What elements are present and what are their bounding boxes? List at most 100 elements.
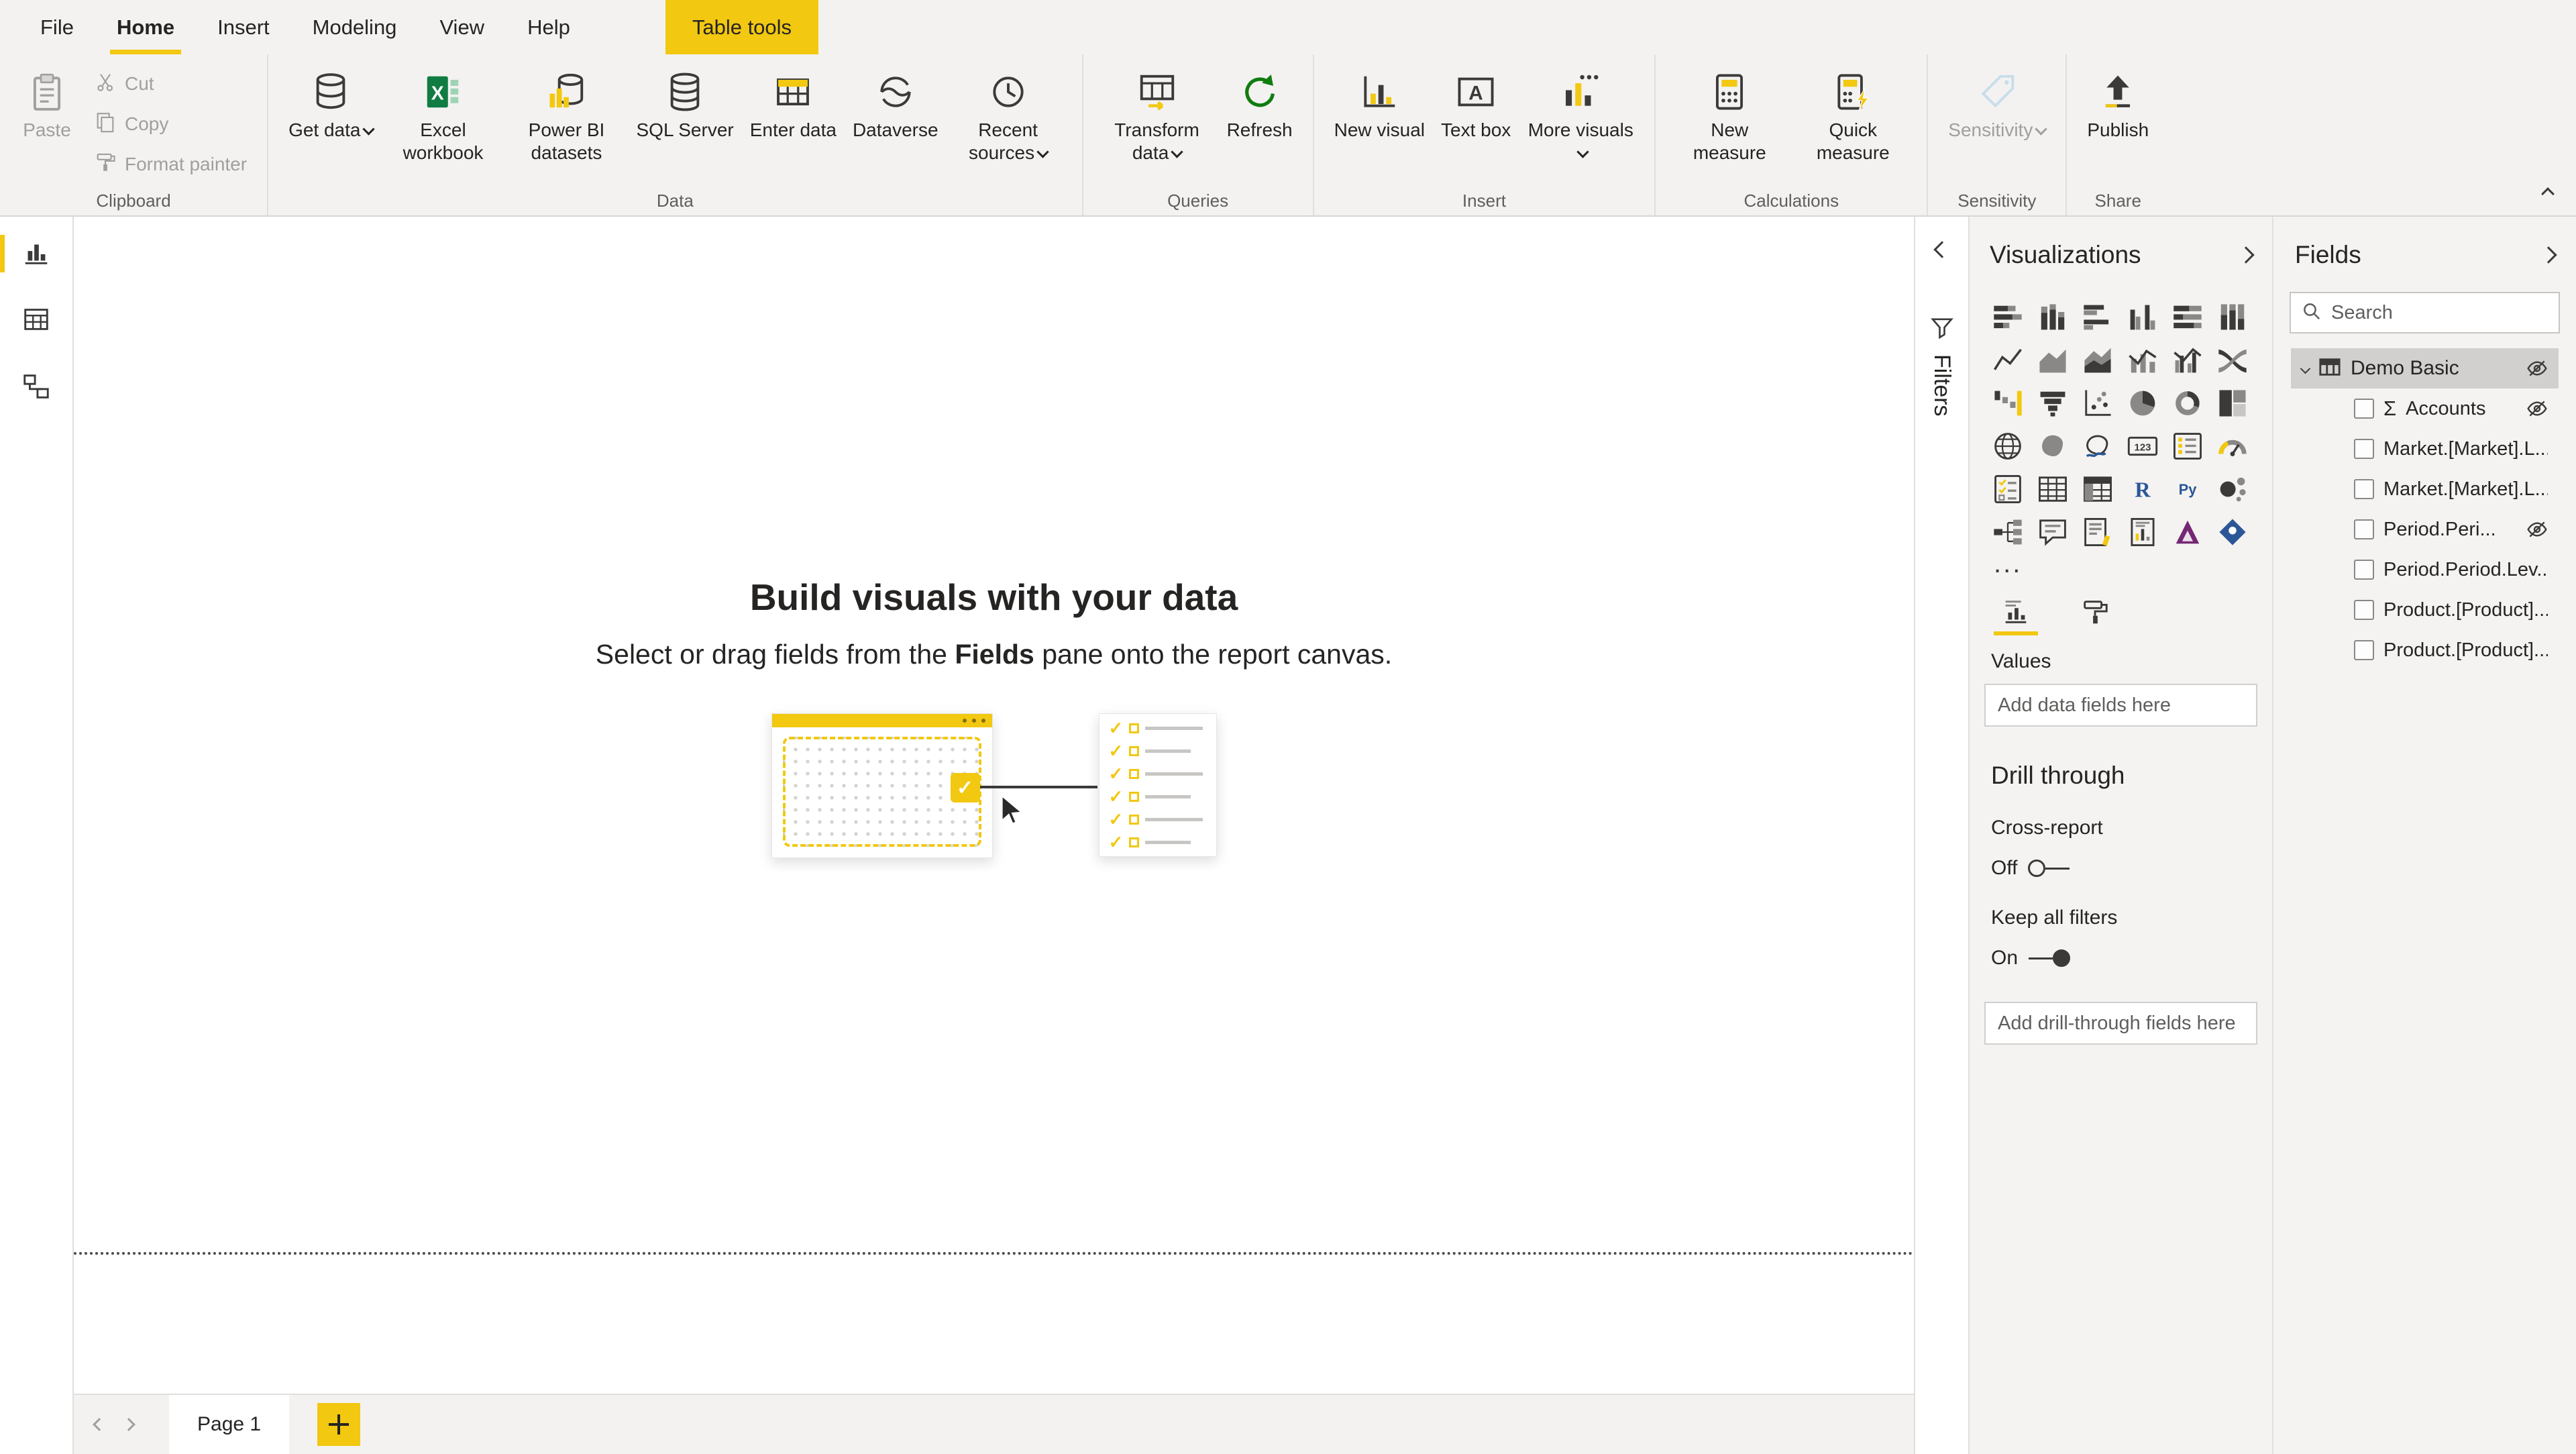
text-box-button[interactable]: A Text box: [1433, 62, 1519, 144]
power-bi-datasets-button[interactable]: Power BI datasets: [504, 62, 628, 167]
stacked-bar-chart-icon[interactable]: [1987, 297, 2029, 337]
power-apps-icon[interactable]: [2167, 512, 2208, 552]
q-and-a-icon[interactable]: [2032, 512, 2074, 552]
field-checkbox[interactable]: [2354, 640, 2374, 660]
multi-row-card-icon[interactable]: [2167, 426, 2208, 466]
tab-fields[interactable]: [1991, 591, 2041, 635]
pie-chart-icon[interactable]: [2122, 383, 2163, 423]
menu-home[interactable]: Home: [95, 0, 196, 54]
refresh-button[interactable]: Refresh: [1219, 62, 1301, 144]
r-script-visual-icon[interactable]: R: [2122, 469, 2163, 509]
quick-measure-button[interactable]: Quick measure: [1791, 62, 1915, 167]
recent-sources-button[interactable]: Recent sources: [947, 62, 1070, 167]
menu-modeling[interactable]: Modeling: [291, 0, 419, 54]
collapse-ribbon-button[interactable]: [2533, 182, 2563, 206]
cross-report-toggle[interactable]: Off: [1984, 857, 2257, 880]
get-data-button[interactable]: Get data: [280, 62, 381, 144]
search-input[interactable]: [2331, 302, 2576, 324]
card-icon[interactable]: 123: [2122, 426, 2163, 466]
expand-filters-button[interactable]: [1933, 241, 1950, 258]
treemap-icon[interactable]: [2212, 383, 2253, 423]
excel-workbook-button[interactable]: X Excel workbook: [381, 62, 504, 167]
scatter-chart-icon[interactable]: [2077, 383, 2118, 423]
hidden-eye-icon[interactable]: [2526, 519, 2548, 540]
field-row[interactable]: Period.Period.Lev...: [2290, 550, 2560, 590]
drill-through-field-well[interactable]: Add drill-through fields here: [1984, 1002, 2257, 1045]
menu-view[interactable]: View: [418, 0, 506, 54]
waterfall-chart-icon[interactable]: [1987, 383, 2029, 423]
filled-map-icon[interactable]: [2032, 426, 2074, 466]
values-field-well[interactable]: Add data fields here: [1984, 684, 2257, 727]
area-chart-icon[interactable]: [2032, 340, 2074, 380]
format-painter-button[interactable]: Format painter: [86, 147, 255, 182]
matrix-icon[interactable]: [2077, 469, 2118, 509]
more-visuals-button[interactable]: More visuals: [1519, 62, 1642, 167]
data-view-button[interactable]: [0, 299, 72, 343]
gauge-icon[interactable]: [2212, 426, 2253, 466]
keep-all-filters-toggle[interactable]: On: [1984, 947, 2257, 970]
field-checkbox[interactable]: [2354, 519, 2374, 539]
publish-button[interactable]: Publish: [2079, 62, 2157, 144]
python-visual-icon[interactable]: Py: [2167, 469, 2208, 509]
100-stacked-column-chart-icon[interactable]: [2212, 297, 2253, 337]
field-checkbox[interactable]: [2354, 479, 2374, 499]
stacked-area-chart-icon[interactable]: [2077, 340, 2118, 380]
donut-chart-icon[interactable]: [2167, 383, 2208, 423]
table-row-demo-basic[interactable]: Demo Basic: [2291, 348, 2559, 388]
new-page-button[interactable]: [317, 1403, 360, 1446]
page-tab[interactable]: Page 1: [169, 1395, 289, 1454]
hidden-eye-icon[interactable]: [2526, 398, 2548, 419]
dataverse-button[interactable]: Dataverse: [845, 62, 947, 144]
100-stacked-bar-chart-icon[interactable]: [2167, 297, 2208, 337]
line-and-stacked-column-chart-icon[interactable]: [2122, 340, 2163, 380]
line-and-clustered-column-chart-icon[interactable]: [2167, 340, 2208, 380]
prev-page-button[interactable]: [85, 1410, 114, 1439]
map-icon[interactable]: [1987, 426, 2029, 466]
field-row[interactable]: Market.[Market].L...: [2290, 469, 2560, 509]
new-visual-button[interactable]: New visual: [1326, 62, 1433, 144]
search-box[interactable]: [2290, 292, 2560, 333]
new-measure-button[interactable]: New measure: [1668, 62, 1791, 167]
decomposition-tree-icon[interactable]: [1987, 512, 2029, 552]
line-chart-icon[interactable]: [1987, 340, 2029, 380]
ribbon-chart-icon[interactable]: [2212, 340, 2253, 380]
field-row[interactable]: ΣAccounts: [2290, 388, 2560, 429]
table-icon[interactable]: [2032, 469, 2074, 509]
transform-data-button[interactable]: Transform data: [1095, 62, 1219, 167]
funnel-chart-icon[interactable]: [2032, 383, 2074, 423]
field-checkbox[interactable]: [2354, 560, 2374, 580]
key-influencers-icon[interactable]: [2212, 469, 2253, 509]
model-view-button[interactable]: [0, 366, 72, 410]
azure-map-icon[interactable]: [2077, 426, 2118, 466]
field-checkbox[interactable]: [2354, 399, 2374, 419]
field-row[interactable]: Market.[Market].L...: [2290, 429, 2560, 469]
hidden-eye-icon[interactable]: [2526, 358, 2548, 379]
get-more-visuals-button[interactable]: ...: [1984, 552, 2257, 574]
collapse-visualizations-button[interactable]: [2237, 246, 2254, 263]
next-page-button[interactable]: [114, 1410, 144, 1439]
collapse-fields-button[interactable]: [2540, 246, 2557, 263]
clustered-column-chart-icon[interactable]: [2122, 297, 2163, 337]
slicer-icon[interactable]: [1987, 469, 2029, 509]
field-row[interactable]: Period.Peri...: [2290, 509, 2560, 550]
field-row[interactable]: Product.[Product]...: [2290, 630, 2560, 670]
menu-file[interactable]: File: [19, 0, 95, 54]
copy-button[interactable]: Copy: [86, 107, 255, 142]
stacked-column-chart-icon[interactable]: [2032, 297, 2074, 337]
smart-narrative-icon[interactable]: [2077, 512, 2118, 552]
sensitivity-button[interactable]: Sensitivity: [1940, 62, 2053, 144]
field-row[interactable]: Product.[Product]...: [2290, 590, 2560, 630]
contextual-tab-table-tools[interactable]: Table tools: [665, 0, 818, 54]
menu-help[interactable]: Help: [506, 0, 592, 54]
field-checkbox[interactable]: [2354, 439, 2374, 459]
cut-button[interactable]: Cut: [86, 66, 255, 101]
menu-insert[interactable]: Insert: [196, 0, 291, 54]
arcgis-map-icon[interactable]: [2212, 512, 2253, 552]
report-canvas[interactable]: Build visuals with your data Select or d…: [74, 217, 1914, 1394]
field-checkbox[interactable]: [2354, 600, 2374, 620]
enter-data-button[interactable]: Enter data: [742, 62, 845, 144]
tab-format[interactable]: [2070, 591, 2120, 635]
report-view-button[interactable]: [0, 231, 72, 276]
clustered-bar-chart-icon[interactable]: [2077, 297, 2118, 337]
sql-server-button[interactable]: SQL Server: [628, 62, 741, 144]
